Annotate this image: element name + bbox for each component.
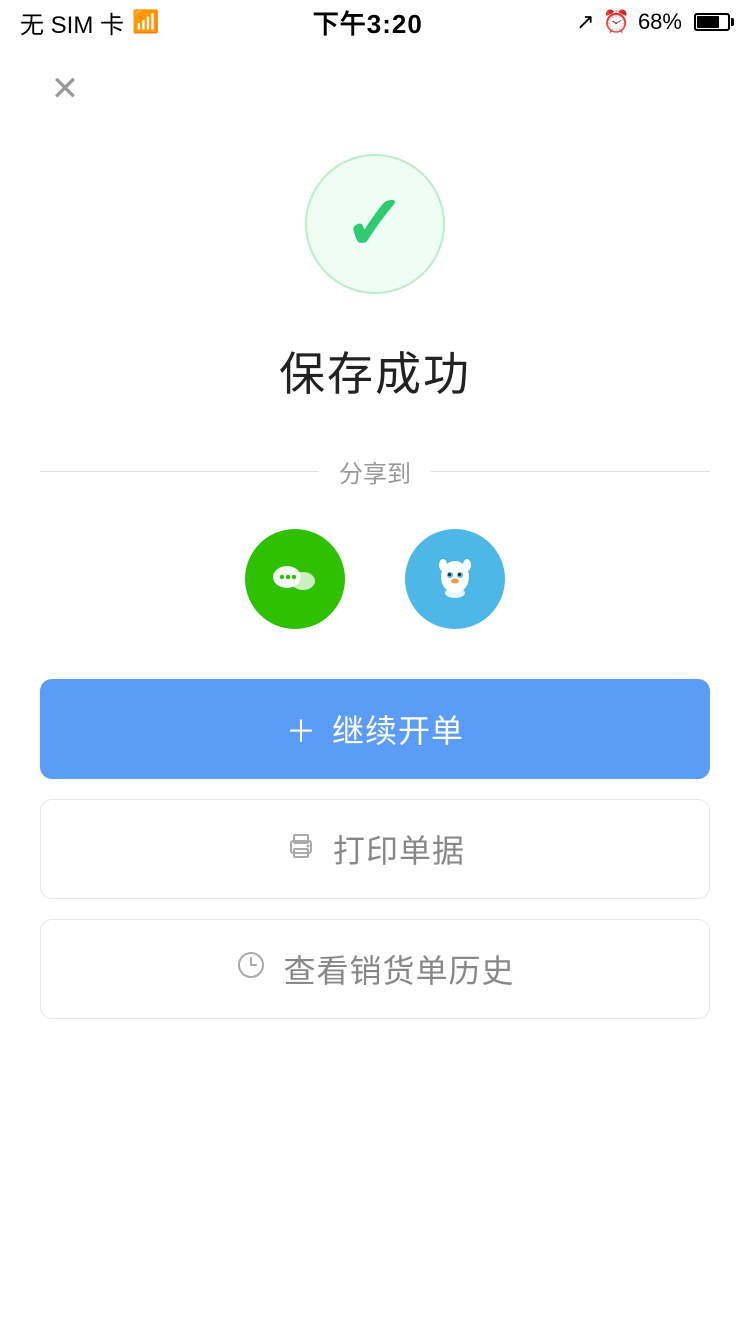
share-wechat-button[interactable]: [245, 529, 345, 629]
share-label: 分享到: [339, 454, 411, 489]
qq-icon: [425, 549, 485, 609]
status-right: ↗ ⏰ 68%: [576, 9, 730, 35]
close-icon: ✕: [51, 72, 80, 106]
plus-icon: ＋: [286, 707, 316, 751]
history-icon: [235, 949, 267, 989]
carrier-label: 无 SIM 卡: [20, 5, 124, 40]
print-button[interactable]: 打印单据: [40, 799, 710, 899]
success-title: 保存成功: [279, 338, 471, 404]
share-icons-row: [245, 529, 505, 629]
close-btn-row: ✕: [40, 64, 710, 114]
wechat-icon: [267, 551, 323, 607]
battery-icon: [694, 13, 730, 31]
print-icon: [285, 829, 317, 869]
share-divider-row: 分享到: [40, 454, 710, 489]
divider-left: [40, 471, 319, 472]
status-left: 无 SIM 卡 📶: [20, 5, 159, 40]
actions-section: ＋ 继续开单 打印单据 查看销货单历史: [40, 679, 710, 1019]
alarm-icon: ⏰: [603, 9, 630, 35]
battery-label: 68%: [638, 9, 682, 35]
checkmark-icon: ✓: [343, 186, 407, 262]
divider-right: [431, 471, 710, 472]
history-button[interactable]: 查看销货单历史: [40, 919, 710, 1019]
share-qq-button[interactable]: [405, 529, 505, 629]
close-button[interactable]: ✕: [40, 64, 90, 114]
status-bar: 无 SIM 卡 📶 下午3:20 ↗ ⏰ 68%: [0, 0, 750, 44]
history-label: 查看销货单历史: [283, 946, 514, 992]
main-content: ✕ ✓ 保存成功 分享到: [0, 44, 750, 1334]
continue-label: 继续开单: [332, 706, 464, 752]
share-section: 分享到: [40, 454, 710, 629]
time-label: 下午3:20: [313, 4, 423, 41]
wifi-icon: 📶: [132, 9, 159, 35]
success-icon-circle: ✓: [305, 154, 445, 294]
location-icon: ↗: [576, 9, 594, 35]
continue-button[interactable]: ＋ 继续开单: [40, 679, 710, 779]
print-label: 打印单据: [333, 826, 465, 872]
